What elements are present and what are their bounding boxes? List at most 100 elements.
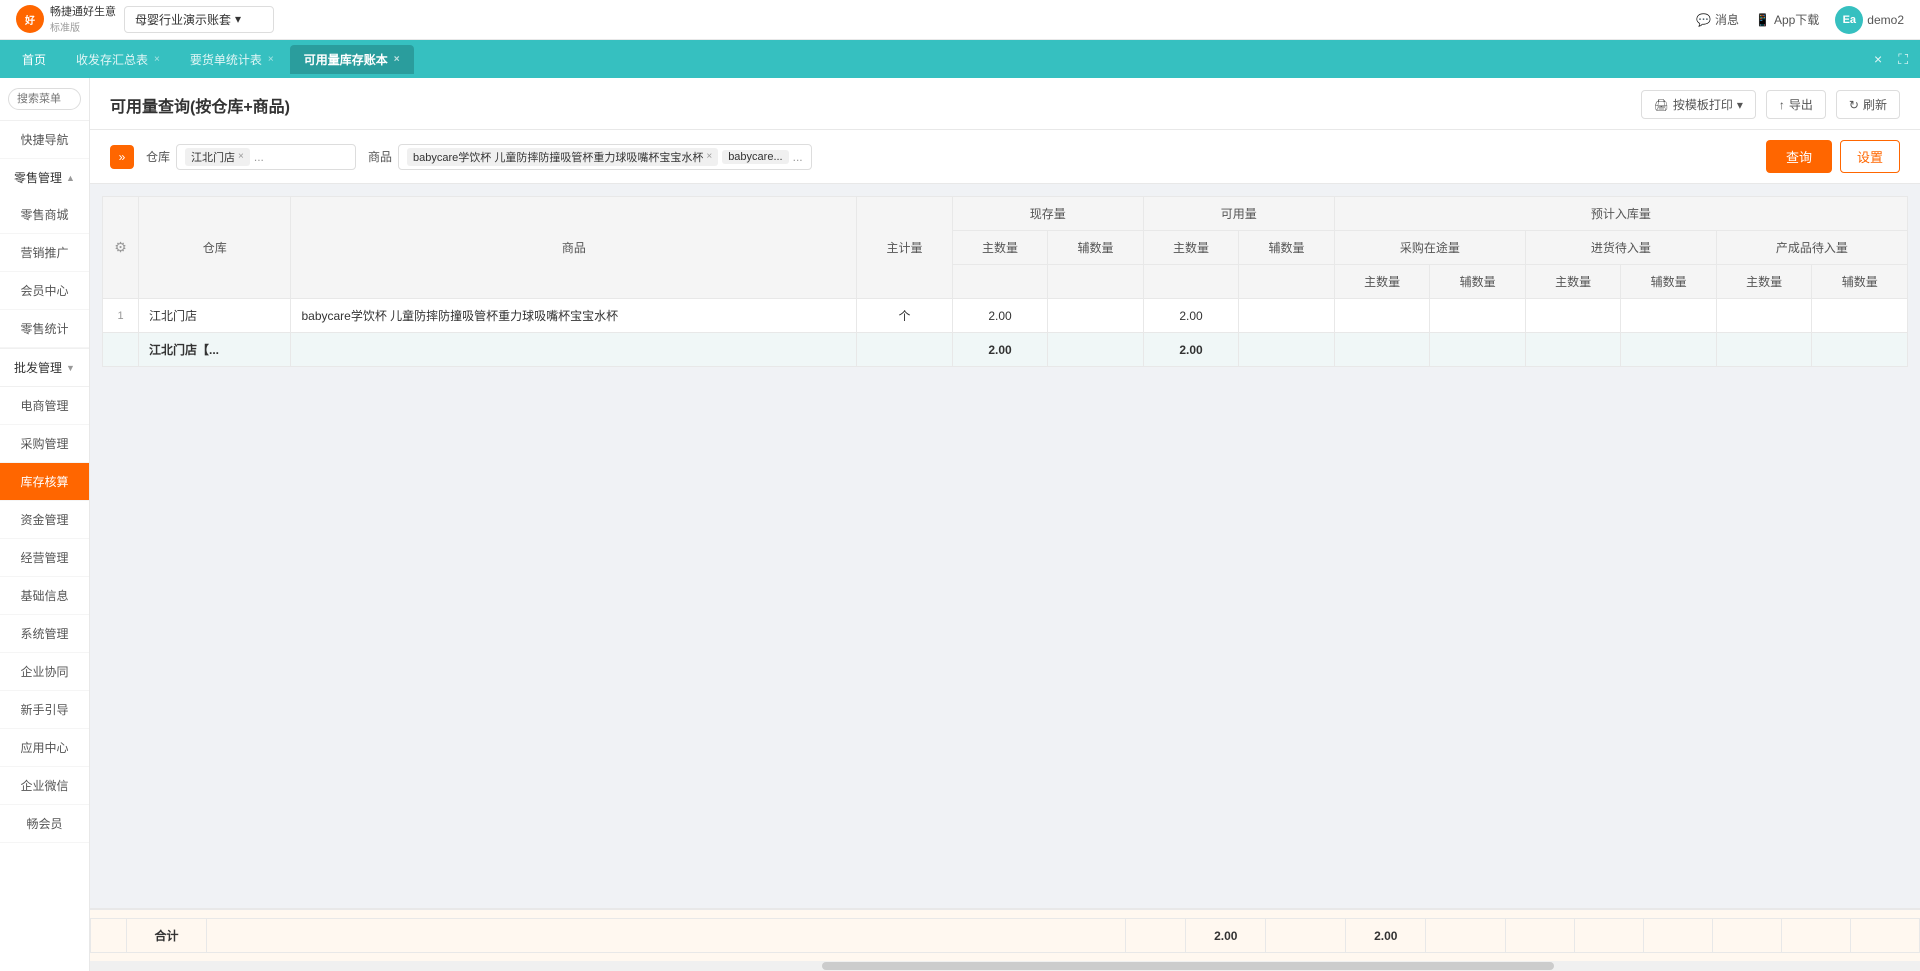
page-actions: 🖨 按模板打印 ▾ ↑ 导出 ↻ 刷新: [1641, 90, 1900, 119]
sidebar-search-area: [0, 78, 89, 121]
search-input[interactable]: [8, 88, 81, 110]
maximize-btn[interactable]: ⛶: [1894, 47, 1912, 72]
settings-btn[interactable]: 设置: [1840, 140, 1900, 173]
sidebar-item-operations[interactable]: 经营管理: [0, 539, 89, 577]
th-current-main: 主数量: [952, 231, 1048, 265]
row-pi-aux: [1430, 299, 1526, 333]
product-tag1-remove[interactable]: ×: [706, 151, 712, 162]
nav-tabs: 首页 收发存汇总表 × 要货单统计表 × 可用量库存账本 × × ⛶: [0, 40, 1920, 78]
sidebar-item-inventory[interactable]: 库存核算: [0, 463, 89, 501]
warehouse-tag-container[interactable]: 江北门店 × ...: [176, 144, 356, 170]
phone-icon: 📱: [1755, 13, 1770, 27]
sidebar-item-system[interactable]: 系统管理: [0, 615, 89, 653]
store-name: 母婴行业演示账套: [135, 11, 231, 28]
sidebar-item-retail-stats[interactable]: 零售统计: [0, 310, 89, 348]
sidebar-item-ecommerce[interactable]: 电商管理: [0, 387, 89, 425]
sidebar-item-enterprise-wechat[interactable]: 企业微信: [0, 767, 89, 805]
footer-label: 合计: [127, 919, 207, 953]
sidebar-item-marketing[interactable]: 营销推广: [0, 234, 89, 272]
system-label: 系统管理: [20, 627, 68, 641]
operations-label: 经营管理: [20, 551, 68, 565]
warehouse-tag-remove[interactable]: ×: [238, 151, 244, 162]
sidebar-item-quick-nav[interactable]: 快捷导航: [0, 121, 89, 159]
print-label: 按模板打印: [1673, 96, 1733, 113]
tab-available-inventory[interactable]: 可用量库存账本 ×: [290, 45, 414, 74]
refresh-btn[interactable]: ↻ 刷新: [1836, 90, 1900, 119]
page-title: 可用量查询(按仓库+商品): [110, 93, 290, 117]
query-btn[interactable]: 查询: [1766, 140, 1832, 173]
table-wrapper[interactable]: ⚙ 仓库 商品 主计量 现存量: [90, 184, 1920, 908]
retail-mgmt-label: 零售管理: [14, 169, 62, 186]
message-btn[interactable]: 💬 消息: [1696, 11, 1739, 28]
sidebar-item-basic-info[interactable]: 基础信息: [0, 577, 89, 615]
members-label: 畅会员: [26, 817, 62, 831]
group-avail-main: 2.00: [1143, 333, 1239, 367]
top-bar-left: 好 畅捷通好生意 标准版 母婴行业演示账套 ▾: [16, 5, 274, 34]
tab-receivable-summary[interactable]: 收发存汇总表 ×: [62, 45, 174, 74]
product-tag-container[interactable]: babycare学饮杯 儿童防摔防撞吸管杯重力球吸嘴杯宝宝水杯 × babyca…: [398, 144, 812, 170]
sidebar-item-wholesale-mgmt[interactable]: 批发管理 ▼: [0, 349, 89, 386]
th-cs-aux2: [1048, 265, 1144, 299]
user-area[interactable]: Ea demo2: [1835, 6, 1904, 34]
row-pi-main: [1334, 299, 1430, 333]
group-row: 江北门店【... 2.00 2.00: [103, 333, 1908, 367]
warehouse-label: 仓库: [146, 148, 170, 165]
retail-stats-label: 零售统计: [20, 322, 68, 336]
sidebar-item-purchase[interactable]: 采购管理: [0, 425, 89, 463]
tab-order-close[interactable]: ×: [268, 54, 274, 65]
new-guide-label: 新手引导: [20, 703, 68, 717]
tab-home[interactable]: 首页: [8, 45, 60, 74]
wholesale-label: 批发管理: [14, 359, 62, 376]
print-btn[interactable]: 🖨 按模板打印 ▾: [1641, 90, 1756, 119]
group-avail-aux: [1239, 333, 1335, 367]
top-bar: 好 畅捷通好生意 标准版 母婴行业演示账套 ▾ 💬 消息 📱 App下载 Ea …: [0, 0, 1920, 40]
store-selector[interactable]: 母婴行业演示账套 ▾: [124, 6, 274, 33]
group-unit: [857, 333, 953, 367]
th-current-stock-group: 现存量: [952, 197, 1143, 231]
sidebar-item-retail-mall[interactable]: 零售商城: [0, 196, 89, 234]
close-all-btn[interactable]: ×: [1870, 47, 1886, 71]
row-prod-aux: [1812, 299, 1908, 333]
warehouse-more[interactable]: ...: [254, 150, 264, 164]
app-download-btn[interactable]: 📱 App下载: [1755, 11, 1819, 28]
gear-icon[interactable]: ⚙: [114, 239, 127, 255]
sidebar-item-app-center[interactable]: 应用中心: [0, 729, 89, 767]
sidebar-item-member[interactable]: 会员中心: [0, 272, 89, 310]
product-tag1-text: babycare学饮杯 儿童防摔防撞吸管杯重力球吸嘴杯宝宝水杯: [413, 149, 703, 165]
table-row: 1 江北门店 babycare学饮杯 儿童防摔防撞吸管杯重力球吸嘴杯宝宝水杯 个…: [103, 299, 1908, 333]
product-more[interactable]: ...: [793, 150, 803, 164]
sidebar-item-enterprise-collab[interactable]: 企业协同: [0, 653, 89, 691]
tab-order-stats[interactable]: 要货单统计表 ×: [176, 45, 288, 74]
filter-expand-btn[interactable]: »: [110, 145, 134, 169]
tab-receivable-close[interactable]: ×: [154, 54, 160, 65]
row-in-main: [1525, 299, 1621, 333]
group-pi-aux: [1430, 333, 1526, 367]
purchase-label: 采购管理: [20, 437, 68, 451]
user-name: demo2: [1867, 13, 1904, 27]
bottom-scrollbar[interactable]: [90, 961, 1920, 971]
th-pi-aux: 辅数量: [1430, 265, 1526, 299]
sidebar-item-members[interactable]: 畅会员: [0, 805, 89, 843]
tab-available-label: 可用量库存账本: [304, 51, 388, 68]
row-avail-aux: [1239, 299, 1335, 333]
th-pi-main: 主数量: [1334, 265, 1430, 299]
tab-available-close[interactable]: ×: [394, 54, 400, 65]
row-index: 1: [103, 299, 139, 333]
th-unit: 主计量: [857, 197, 953, 299]
product-tag-short: babycare...: [722, 150, 788, 164]
enterprise-collab-label: 企业协同: [20, 665, 68, 679]
warehouse-tag-text: 江北门店: [191, 149, 235, 165]
sidebar-item-finance[interactable]: 资金管理: [0, 501, 89, 539]
sidebar-item-retail-mgmt[interactable]: 零售管理 ▲: [0, 159, 89, 196]
retail-mall-label: 零售商城: [20, 208, 68, 222]
th-in-aux: 辅数量: [1621, 265, 1717, 299]
product-tag-short-text: babycare...: [728, 151, 782, 163]
sidebar-item-new-guide[interactable]: 新手引导: [0, 691, 89, 729]
row-avail-main: 2.00: [1143, 299, 1239, 333]
retail-mgmt-arrow: ▲: [66, 173, 75, 183]
refresh-label: 刷新: [1863, 96, 1887, 113]
th-purchase-in-group: 采购在途量: [1334, 231, 1525, 265]
th-product-in-group: 产成品待入量: [1716, 231, 1907, 265]
export-btn[interactable]: ↑ 导出: [1766, 90, 1826, 119]
group-current-main: 2.00: [952, 333, 1048, 367]
